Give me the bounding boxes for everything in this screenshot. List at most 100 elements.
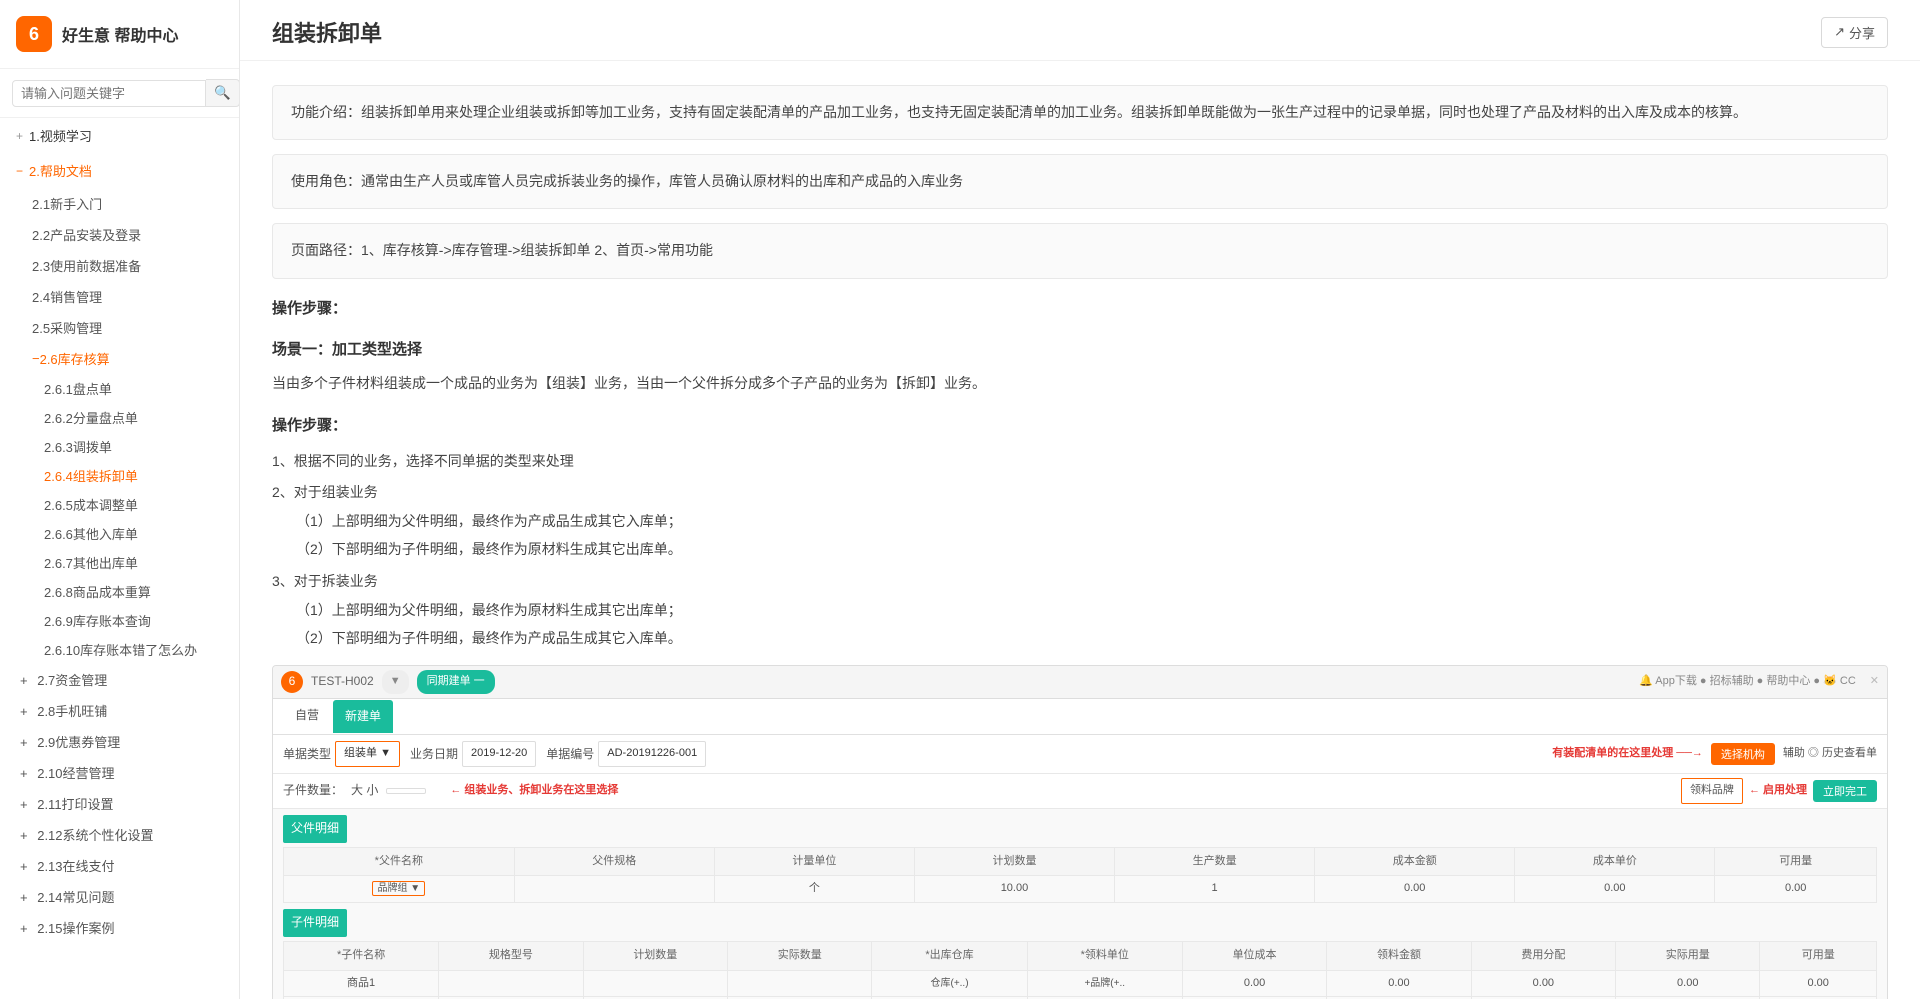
sidebar-item-print[interactable]: + 2.11打印设置 xyxy=(0,788,239,819)
sidebar-item-sales[interactable]: 2.4销售管理 xyxy=(0,281,239,312)
mock-td: 0.00 xyxy=(1616,970,1760,997)
role-intro-text: 使用角色：通常由生产人员或库管人员完成拆装业务的操作，库管人员确认原材料的出库和… xyxy=(291,173,963,189)
mock-close: ✕ xyxy=(1870,672,1879,692)
mock-type-field: 单据类型 组装单 ▼ xyxy=(283,741,400,767)
role-intro-block: 使用角色：通常由生产人员或库管人员完成拆装业务的操作，库管人员确认原材料的出库和… xyxy=(272,154,1888,209)
sidebar-item-onlinepay[interactable]: + 2.13在线支付 xyxy=(0,850,239,881)
mock-org-input[interactable]: 领料品牌 xyxy=(1681,778,1743,804)
sidebar-item-docs[interactable]: − 2.帮助文档 xyxy=(0,153,239,188)
mock-th: 计划数量 xyxy=(914,847,1114,876)
mock-toolbar-right: 有装配清单的在这里处理 ──→ 选择机构 辅助 ◎ 历史查看单 xyxy=(716,743,1877,765)
sidebar-item-otherinput[interactable]: 2.6.6其他入库单 xyxy=(0,519,239,548)
scene1-title: 场景一：加工类型选择 xyxy=(272,336,1888,363)
sidebar-sub-label: 2.4销售管理 xyxy=(32,290,102,305)
mock-th: *父件名称 xyxy=(284,847,515,876)
sidebar-item-stocktake[interactable]: 2.6.1盘点单 xyxy=(0,374,239,403)
mock-titlebar: 6 TEST-H002 ▼ 同期建单 一 🔔 App下载 ● 招标辅助 ● 帮助… xyxy=(273,666,1887,699)
mock-date-field: 业务日期 2019-12-20 xyxy=(410,741,536,767)
sidebar-item-costcalc[interactable]: 2.6.8商品成本重算 xyxy=(0,577,239,606)
sidebar-sub-label: 2.1新手入门 xyxy=(32,197,102,212)
search-input[interactable] xyxy=(12,80,206,107)
sidebar-item-purchase[interactable]: 2.5采购管理 xyxy=(0,312,239,343)
sidebar-item-label: 2.帮助文档 xyxy=(29,161,92,180)
mock-field-label: 单据编号 xyxy=(546,744,594,766)
mock-action-btn: 同期建单 一 xyxy=(417,670,495,694)
mock-qty-input[interactable] xyxy=(386,788,426,794)
sidebar-item-cases[interactable]: + 2.15操作案例 xyxy=(0,912,239,943)
mock-child-section-header: 子件明细 xyxy=(283,909,347,937)
sidebar-item-newcomer[interactable]: 2.1新手入门 xyxy=(0,188,239,219)
sidebar-item-partialstock[interactable]: 2.6.2分量盘点单 xyxy=(0,403,239,432)
sidebar-item-video[interactable]: + 1.视频学习 xyxy=(0,118,239,153)
step3-sub2: （2）下部明细为子件明细，最终作为产成品生成其它入库单。 xyxy=(272,626,1888,651)
sidebar-item-mobile[interactable]: + 2.8手机旺铺 xyxy=(0,695,239,726)
sidebar-item-assembly[interactable]: 2.6.4组装拆卸单 xyxy=(0,461,239,490)
mock-td: 0.00 xyxy=(1182,970,1326,997)
mock-toolbar-row: 单据类型 组装单 ▼ 业务日期 2019-12-20 单据编号 AD-20191… xyxy=(273,735,1887,774)
sidebar-item-costadj[interactable]: 2.6.5成本调整单 xyxy=(0,490,239,519)
feature-intro-text: 功能介绍：组装拆卸单用来处理企业组装或拆卸等加工业务，支持有固定装配清单的产品加… xyxy=(291,104,1747,120)
mock-parent-table: *父件名称 父件规格 计量单位 计划数量 生产数量 成本金额 成本单价 可用量 xyxy=(283,847,1877,904)
mock-type-input[interactable]: 组装单 ▼ xyxy=(335,741,400,767)
sidebar-item-sysconfig[interactable]: + 2.12系统个性化设置 xyxy=(0,819,239,850)
mock-select-btn[interactable]: 选择机构 xyxy=(1711,743,1775,765)
share-button[interactable]: ↗ 分享 xyxy=(1821,17,1888,48)
mock-th: 生产数量 xyxy=(1115,847,1315,876)
sidebar-item-transfer[interactable]: 2.6.3调拨单 xyxy=(0,432,239,461)
expand-icon: + xyxy=(20,766,28,781)
expand-icon: + xyxy=(20,797,28,812)
sidebar-item-prepare[interactable]: 2.3使用前数据准备 xyxy=(0,250,239,281)
expand-icon: + xyxy=(20,735,28,750)
expand-icon: + xyxy=(20,704,28,719)
sidebar-item-stockerror[interactable]: 2.6.10库存账本错了怎么办 xyxy=(0,635,239,664)
mock-td xyxy=(439,970,583,997)
collapse-icon: − xyxy=(32,351,40,366)
page-title: 组装拆卸单 xyxy=(272,16,382,48)
sidebar-item-otherout[interactable]: 2.6.7其他出库单 xyxy=(0,548,239,577)
mock-parent-row: 品牌组 ▼ 个 10.00 1 0.00 0.00 0.00 xyxy=(284,876,1877,903)
content-body: 功能介绍：组装拆卸单用来处理企业组装或拆卸等加工业务，支持有固定装配清单的产品加… xyxy=(240,61,1920,999)
path-intro-text: 页面路径：1、库存核算->库存管理->组装拆卸单 2、首页->常用功能 xyxy=(291,242,713,258)
mock-th: 实际数量 xyxy=(728,941,872,970)
mock-td xyxy=(514,876,714,903)
share-icon: ↗ xyxy=(1834,24,1845,40)
mock-td: 0.00 xyxy=(1327,970,1471,997)
sidebar-item-inventory[interactable]: − 2.6库存核算 xyxy=(0,343,239,374)
sidebar-sub-label: 2.6库存核算 xyxy=(40,349,110,368)
sidebar-item-stockquery[interactable]: 2.6.9库存账本查询 xyxy=(0,606,239,635)
mock-child-row: 商品1 仓库(+..) +品牌(+.. 0.00 0.00 0.00 0.00 … xyxy=(284,970,1877,997)
step3: 3、对于拆装业务 xyxy=(272,569,1888,594)
mock-th: 规格型号 xyxy=(439,941,583,970)
mock-right-controls: 领料品牌 ← 启用处理 立即完工 xyxy=(1681,778,1877,804)
expand-icon: + xyxy=(20,921,28,936)
feature-intro-block: 功能介绍：组装拆卸单用来处理企业组装或拆卸等加工业务，支持有固定装配清单的产品加… xyxy=(272,85,1888,140)
mock-num-input[interactable]: AD-20191226-001 xyxy=(598,741,706,767)
mock-td: 0.00 xyxy=(1715,876,1877,903)
sidebar-item-operation[interactable]: + 2.10经营管理 xyxy=(0,757,239,788)
search-button[interactable]: 🔍 xyxy=(206,79,240,107)
mock-tab-ziying[interactable]: 自营 xyxy=(283,699,331,735)
mock-td: 0.00 xyxy=(1315,876,1515,903)
mock-td: 0.00 xyxy=(1515,876,1715,903)
mock-section-header: 父件明细 xyxy=(283,815,347,843)
mock-parent-section: 父件明细 *父件名称 父件规格 计量单位 计划数量 生产数量 成本金额 成本单价… xyxy=(273,809,1887,903)
mock-th: 成本金额 xyxy=(1315,847,1515,876)
annotation-enable: ← 启用处理 xyxy=(1749,781,1807,801)
mock-confirm-btn[interactable]: 立即完工 xyxy=(1813,780,1877,802)
mock-th: 父件规格 xyxy=(514,847,714,876)
sidebar-item-install[interactable]: 2.2产品安装及登录 xyxy=(0,219,239,250)
mock-td: 个 xyxy=(714,876,914,903)
sidebar-item-coupon[interactable]: + 2.9优惠券管理 xyxy=(0,726,239,757)
annotation-assembly: 有装配清单的在这里处理 ──→ xyxy=(1552,744,1703,764)
mock-td: 商品1 xyxy=(284,970,439,997)
mock-th: 费用分配 xyxy=(1471,941,1615,970)
sidebar-logo: 6 好生意 帮助中心 xyxy=(0,0,239,69)
mock-th: 实际用量 xyxy=(1616,941,1760,970)
mock-th: 可用量 xyxy=(1760,941,1877,970)
sidebar-search-bar: 🔍 xyxy=(0,69,239,118)
mock-tab-new[interactable]: 新建单 xyxy=(333,700,393,734)
sidebar-item-funds[interactable]: + 2.7资金管理 xyxy=(0,664,239,695)
sidebar: 6 好生意 帮助中心 🔍 + 1.视频学习 − 2.帮助文档 2.1新手入门 2… xyxy=(0,0,240,999)
sidebar-item-faq[interactable]: + 2.14常见问题 xyxy=(0,881,239,912)
mock-date-input[interactable]: 2019-12-20 xyxy=(462,741,536,767)
